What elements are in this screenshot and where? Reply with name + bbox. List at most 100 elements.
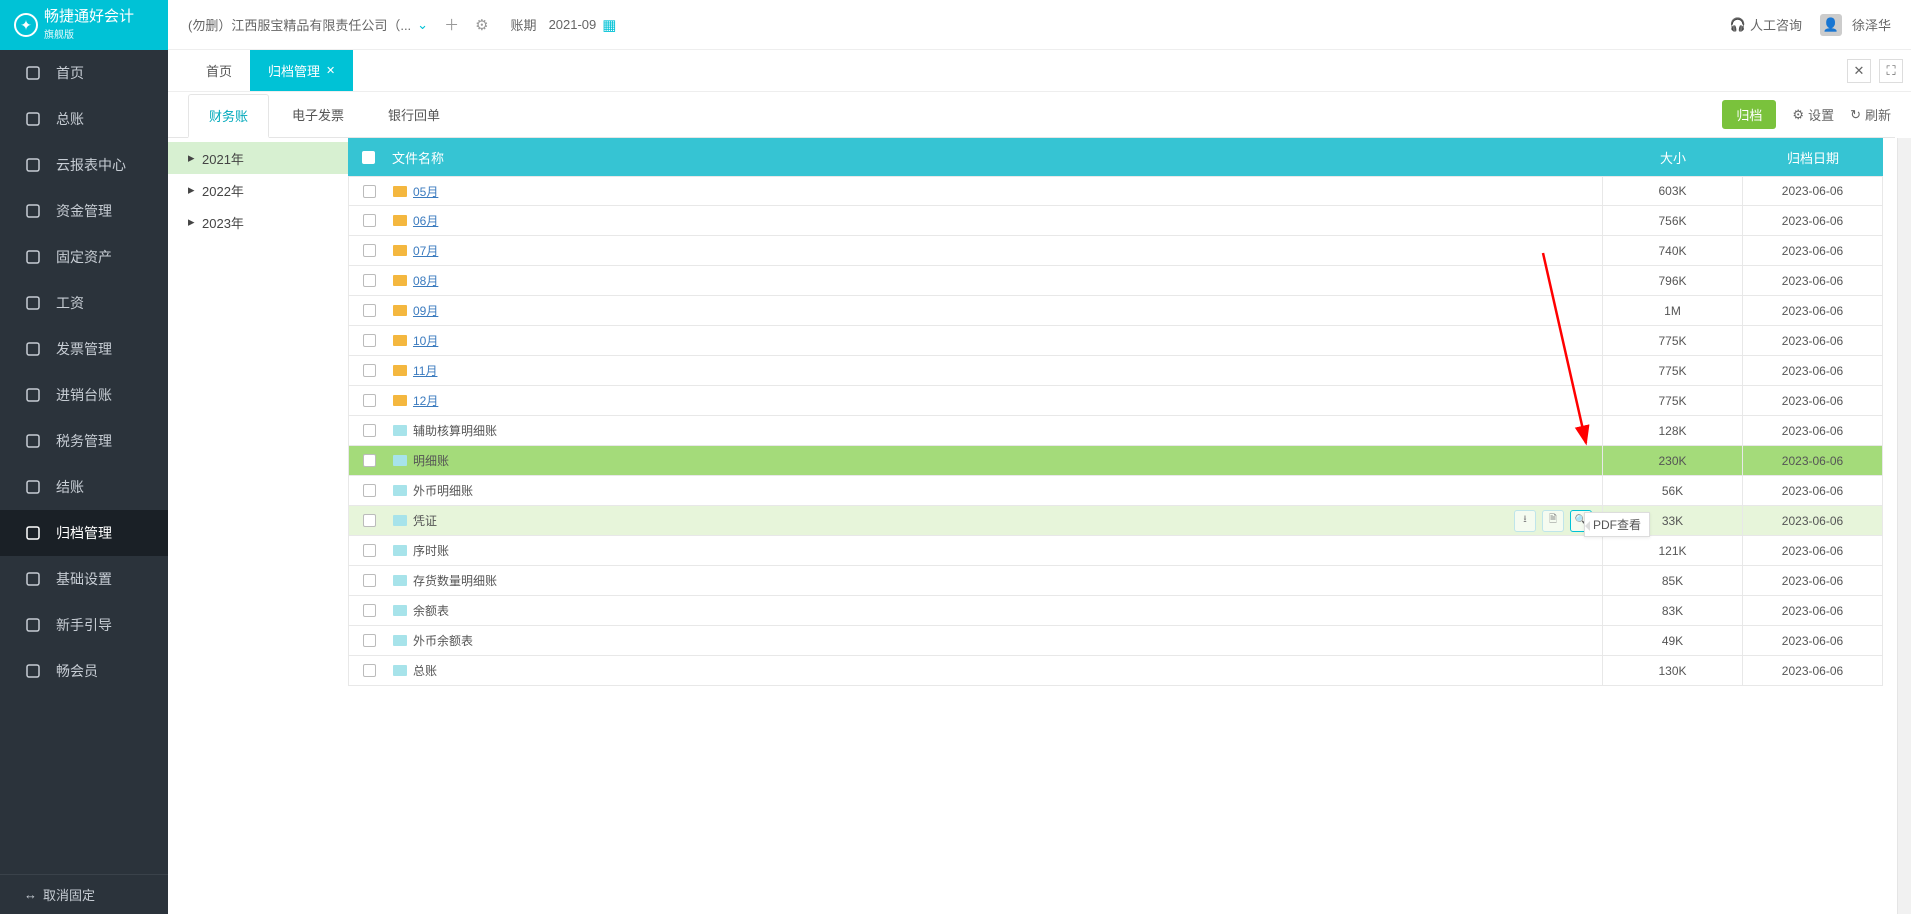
pdf-icon[interactable]: 🗎 bbox=[1542, 510, 1564, 532]
period-value[interactable]: 2021-09 bbox=[549, 17, 597, 32]
nav-item-tax[interactable]: 税务管理 bbox=[0, 418, 168, 464]
table-row[interactable]: 08月 796K 2023-06-06 bbox=[348, 266, 1883, 296]
row-checkbox[interactable] bbox=[363, 274, 376, 287]
logo-icon: ✦ bbox=[14, 13, 38, 37]
file-name: 外币余额表 bbox=[413, 632, 473, 649]
row-checkbox[interactable] bbox=[363, 364, 376, 377]
file-name[interactable]: 08月 bbox=[413, 272, 438, 289]
row-checkbox[interactable] bbox=[363, 424, 376, 437]
nav-item-archive[interactable]: 归档管理 bbox=[0, 510, 168, 556]
ledger-icon bbox=[24, 110, 42, 128]
nav-item-close[interactable]: 结账 bbox=[0, 464, 168, 510]
file-name: 明细账 bbox=[413, 452, 449, 469]
sub-tab[interactable]: 电子发票 bbox=[271, 93, 365, 137]
close-icon[interactable]: ✕ bbox=[326, 64, 335, 77]
page-tab[interactable]: 归档管理 ✕ bbox=[250, 50, 353, 91]
nav-item-ledger[interactable]: 总账 bbox=[0, 96, 168, 142]
file-name[interactable]: 05月 bbox=[413, 183, 438, 200]
sub-tab[interactable]: 银行回单 bbox=[367, 93, 461, 137]
calendar-icon[interactable]: ▦ bbox=[602, 16, 616, 34]
close-tabs-button[interactable]: ✕ bbox=[1847, 59, 1871, 83]
file-size: 740K bbox=[1602, 236, 1742, 265]
row-checkbox[interactable] bbox=[363, 244, 376, 257]
nav-item-guide[interactable]: 新手引导 bbox=[0, 602, 168, 648]
nav-item-chart[interactable]: 云报表中心 bbox=[0, 142, 168, 188]
nav-label: 进销台账 bbox=[56, 385, 112, 405]
row-checkbox[interactable] bbox=[363, 664, 376, 677]
page-tabs: 首页 归档管理 ✕ ✕ ⛶ bbox=[168, 50, 1911, 92]
company-selector[interactable]: (勿删）江西服宝精品有限责任公司（... ⌄ bbox=[188, 15, 428, 34]
file-name[interactable]: 10月 bbox=[413, 332, 438, 349]
nav-item-inventory[interactable]: 进销台账 bbox=[0, 372, 168, 418]
row-checkbox[interactable] bbox=[363, 544, 376, 557]
table-row[interactable]: 辅助核算明细账 128K 2023-06-06 bbox=[348, 416, 1883, 446]
tree-item[interactable]: ▸2021年 bbox=[168, 142, 348, 174]
consult-button[interactable]: 🎧 人工咨询 bbox=[1730, 15, 1802, 34]
add-button[interactable]: ＋ bbox=[444, 14, 459, 35]
row-checkbox[interactable] bbox=[363, 514, 376, 527]
nav-item-settings[interactable]: 基础设置 bbox=[0, 556, 168, 602]
nav-item-fund[interactable]: 资金管理 bbox=[0, 188, 168, 234]
chevron-down-icon: ⌄ bbox=[417, 17, 428, 33]
download-icon[interactable]: ⭳ bbox=[1514, 510, 1536, 532]
row-checkbox[interactable] bbox=[363, 394, 376, 407]
pin-toggle[interactable]: ↔ 取消固定 bbox=[0, 874, 168, 914]
file-size: 83K bbox=[1602, 596, 1742, 625]
file-name[interactable]: 11月 bbox=[413, 362, 437, 379]
file-size: 775K bbox=[1602, 326, 1742, 355]
folder-icon bbox=[393, 305, 407, 316]
table-row[interactable]: 总账 130K 2023-06-06 bbox=[348, 656, 1883, 686]
nav-item-salary[interactable]: 工资 bbox=[0, 280, 168, 326]
settings-icon-button[interactable]: ⚙ bbox=[475, 16, 488, 34]
tree-item[interactable]: ▸2023年 bbox=[168, 206, 348, 238]
scrollbar[interactable] bbox=[1897, 138, 1911, 914]
folder-icon bbox=[393, 245, 407, 256]
file-name[interactable]: 07月 bbox=[413, 242, 438, 259]
table-row[interactable]: 外币明细账 56K 2023-06-06 bbox=[348, 476, 1883, 506]
row-checkbox[interactable] bbox=[363, 634, 376, 647]
row-checkbox[interactable] bbox=[363, 334, 376, 347]
row-checkbox[interactable] bbox=[363, 484, 376, 497]
table-row[interactable]: 05月 603K 2023-06-06 bbox=[348, 176, 1883, 206]
table-row[interactable]: 06月 756K 2023-06-06 bbox=[348, 206, 1883, 236]
row-checkbox[interactable] bbox=[363, 304, 376, 317]
settings-link[interactable]: ⚙设置 bbox=[1792, 105, 1834, 124]
nav-item-invoice[interactable]: 发票管理 bbox=[0, 326, 168, 372]
nav-label: 工资 bbox=[56, 293, 84, 313]
refresh-link[interactable]: ↻刷新 bbox=[1850, 105, 1891, 124]
row-checkbox[interactable] bbox=[363, 454, 376, 467]
nav-item-asset[interactable]: 固定资产 bbox=[0, 234, 168, 280]
table-row[interactable]: 11月 775K 2023-06-06 bbox=[348, 356, 1883, 386]
table-row[interactable]: 10月 775K 2023-06-06 bbox=[348, 326, 1883, 356]
nav-item-home[interactable]: 首页 bbox=[0, 50, 168, 96]
table-row[interactable]: 明细账 230K 2023-06-06 bbox=[348, 446, 1883, 476]
table-row[interactable]: 12月 775K 2023-06-06 bbox=[348, 386, 1883, 416]
tree-item[interactable]: ▸2022年 bbox=[168, 174, 348, 206]
page-tab[interactable]: 首页 bbox=[188, 50, 250, 91]
sub-tab[interactable]: 财务账 bbox=[188, 94, 269, 138]
archive-button[interactable]: 归档 bbox=[1722, 100, 1776, 129]
table-row[interactable]: 存货数量明细账 85K 2023-06-06 bbox=[348, 566, 1883, 596]
table-row[interactable]: 07月 740K 2023-06-06 bbox=[348, 236, 1883, 266]
select-all-checkbox[interactable] bbox=[362, 151, 375, 164]
tab-label: 归档管理 bbox=[268, 61, 320, 80]
row-checkbox[interactable] bbox=[363, 185, 376, 198]
table-row[interactable]: 凭证 ⭳ 🗎 🔍 PDF查看 33K 2023-06-06 bbox=[348, 506, 1883, 536]
table-row[interactable]: 余额表 83K 2023-06-06 bbox=[348, 596, 1883, 626]
row-checkbox[interactable] bbox=[363, 604, 376, 617]
file-name[interactable]: 06月 bbox=[413, 212, 438, 229]
tab-label: 首页 bbox=[206, 61, 232, 80]
file-size: 85K bbox=[1602, 566, 1742, 595]
table-row[interactable]: 外币余额表 49K 2023-06-06 bbox=[348, 626, 1883, 656]
file-name[interactable]: 09月 bbox=[413, 302, 438, 319]
nav-label: 资金管理 bbox=[56, 201, 112, 221]
row-checkbox[interactable] bbox=[363, 574, 376, 587]
table-row[interactable]: 09月 1M 2023-06-06 bbox=[348, 296, 1883, 326]
nav-menu: 首页总账云报表中心资金管理固定资产工资发票管理进销台账税务管理结账归档管理基础设… bbox=[0, 50, 168, 874]
nav-item-member[interactable]: 畅会员 bbox=[0, 648, 168, 694]
table-row[interactable]: 序时账 121K 2023-06-06 bbox=[348, 536, 1883, 566]
file-name[interactable]: 12月 bbox=[413, 392, 438, 409]
fullscreen-button[interactable]: ⛶ bbox=[1879, 59, 1903, 83]
user-menu[interactable]: 👤 徐泽华 bbox=[1820, 14, 1891, 36]
row-checkbox[interactable] bbox=[363, 214, 376, 227]
